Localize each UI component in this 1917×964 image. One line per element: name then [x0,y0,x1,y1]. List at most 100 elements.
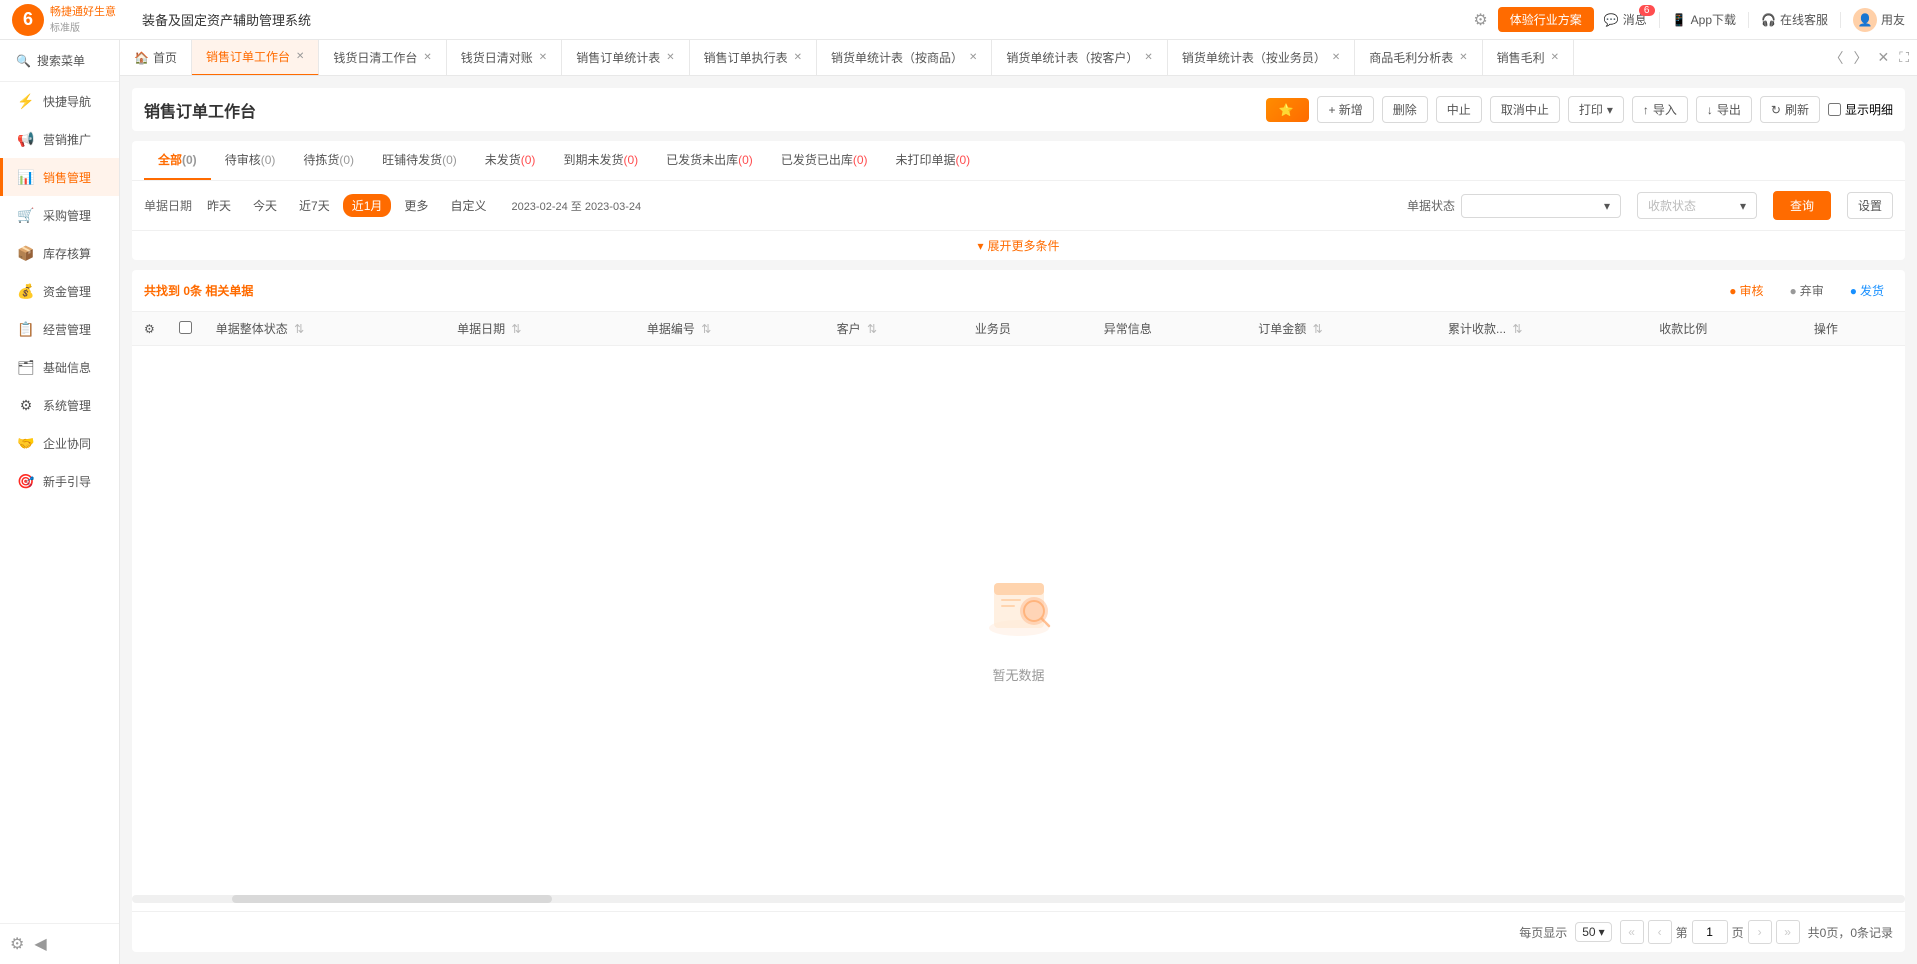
tab-close-sales-profit[interactable]: ✕ [1551,52,1559,63]
audit-op-button[interactable]: ● 审核 [1720,278,1772,303]
sort-icon-status[interactable]: ⇅ [294,322,304,336]
show-detail-label[interactable]: 显示明细 [1828,101,1893,118]
collapse-icon[interactable]: ◀ [34,934,46,954]
filter-tab-shipped-out[interactable]: 已发货已出库(0) [767,141,882,180]
print-button[interactable]: 打印 ▾ [1568,96,1624,123]
settings-condition-button[interactable]: 设置 [1847,192,1893,219]
scroll-thumb[interactable] [232,895,552,903]
payment-select[interactable]: 收款状态 ▾ [1637,192,1757,219]
app-download-item[interactable]: 📱 App下载 [1672,11,1736,28]
sort-icon-customer[interactable]: ⇅ [867,322,877,336]
tab-next-button[interactable]: 〉 [1849,46,1871,70]
expand-conditions-button[interactable]: ▾ 展开更多条件 [132,230,1905,260]
send-op-button[interactable]: ● 发货 [1841,278,1893,303]
tab-goods-profit[interactable]: 商品毛利分析表✕ [1355,40,1482,76]
online-service-item[interactable]: 🎧 在线客服 [1761,11,1828,28]
sort-icon-number[interactable]: ⇅ [701,322,711,336]
settings-icon[interactable]: ⚙ [10,934,24,954]
tab-prev-button[interactable]: 〈 [1825,46,1847,70]
tab-sales-order-workbench[interactable]: 销售订单工作台✕ [192,40,319,76]
tab-close-goods-profit[interactable]: ✕ [1459,52,1467,63]
revoke-op-button[interactable]: ● 弃审 [1780,278,1832,303]
tab-sales-stats-staff[interactable]: 销货单统计表（按业务员）✕ [1168,40,1355,76]
tab-sales-order-exec[interactable]: 销售订单执行表✕ [690,40,817,76]
page-last-button[interactable]: » [1776,920,1800,944]
col-anomaly-label: 异常信息 [1104,322,1152,336]
tab-close-sales-order-exec[interactable]: ✕ [794,52,802,63]
cancel-stop-button[interactable]: 取消中止 [1490,96,1560,123]
tab-close-sales-order-workbench[interactable]: ✕ [296,51,304,62]
filter-tab-not-printed[interactable]: 未打印单据(0) [882,141,985,180]
query-button[interactable]: 查询 [1773,191,1831,220]
sidebar-item-basic-info[interactable]: 🗂基础信息 [0,348,119,386]
gear-icon[interactable]: ⚙ [1473,10,1487,30]
show-detail-text: 显示明细 [1845,101,1893,118]
tab-sales-order-stats[interactable]: 销售订单统计表✕ [562,40,689,76]
add-button[interactable]: + 新增 [1317,96,1373,123]
delete-button[interactable]: 删除 [1382,96,1428,123]
export-button[interactable]: ↓ 导出 [1696,96,1752,123]
sidebar-item-marketing[interactable]: 📢营销推广 [0,120,119,158]
tab-close-cash-goods-reconcile[interactable]: ✕ [539,52,547,63]
date-btn-custom[interactable]: 自定义 [441,194,495,217]
sidebar-item-finance[interactable]: 💰资金管理 [0,272,119,310]
sort-icon-date[interactable]: ⇅ [511,322,521,336]
stop-button[interactable]: 中止 [1436,96,1482,123]
date-btn-more[interactable]: 更多 [395,194,437,217]
filter-tab-all[interactable]: 全部(0) [144,141,211,180]
sidebar-item-guide[interactable]: 🎯新手引导 [0,462,119,500]
page-number-input[interactable] [1692,920,1728,944]
tab-close-sales-stats-customer[interactable]: ✕ [1144,52,1152,63]
tab-close-sales-order-stats[interactable]: ✕ [666,52,674,63]
sidebar-item-inventory[interactable]: 📦库存核算 [0,234,119,272]
tab-close-cash-daily-clear[interactable]: ✕ [423,52,431,63]
tab-maximize-button[interactable]: ⛶ [1895,47,1913,68]
sidebar-item-purchase[interactable]: 🛒采购管理 [0,196,119,234]
search-menu-button[interactable]: 🔍 搜索菜单 [10,48,109,73]
sidebar-item-operations[interactable]: 📋经营管理 [0,310,119,348]
smart-create-button[interactable]: ⭐ [1266,98,1309,122]
sort-icon-amount[interactable]: ⇅ [1313,322,1323,336]
sidebar-item-quick-nav[interactable]: ⚡快捷导航 [0,82,119,120]
page-nav: « ‹ 第 页 › » [1620,920,1800,944]
filter-tab-wangpu-pending[interactable]: 旺铺待发货(0) [368,141,471,180]
filter-tab-pending-review[interactable]: 待审核(0) [211,141,290,180]
date-btn-1month[interactable]: 近1月 [343,194,392,217]
filter-tab-expired-not-shipped[interactable]: 到期未发货(0) [549,141,652,180]
filter-tab-pending-inspect[interactable]: 待拣货(0) [289,141,368,180]
status-select[interactable]: ▾ [1461,194,1621,218]
sidebar-item-sales[interactable]: 📊销售管理 [0,158,119,196]
filter-tab-shipped-not-out[interactable]: 已发货未出库(0) [652,141,767,180]
sort-icon-collected[interactable]: ⇅ [1512,322,1522,336]
page-first-button[interactable]: « [1620,920,1644,944]
tab-cash-goods-reconcile[interactable]: 钱货日清对账✕ [447,40,562,76]
date-btn-today[interactable]: 今天 [244,194,286,217]
nav-label-operations: 经营管理 [43,321,91,338]
show-detail-checkbox[interactable] [1828,103,1841,116]
tab-sales-stats-product[interactable]: 销货单统计表（按商品）✕ [817,40,992,76]
import-label: 导入 [1653,101,1677,118]
tab-close-all-button[interactable]: ✕ [1873,47,1893,68]
filter-tab-not-shipped[interactable]: 未发货(0) [471,141,550,180]
tab-close-sales-stats-product[interactable]: ✕ [969,52,977,63]
page-prev-button[interactable]: ‹ [1648,920,1672,944]
tab-close-sales-stats-staff[interactable]: ✕ [1332,52,1340,63]
settings-col-icon[interactable]: ⚙ [144,322,155,336]
select-all-checkbox[interactable] [179,321,192,334]
tab-home[interactable]: 🏠首页 [120,40,192,76]
message-item[interactable]: 💬 消息 6 [1604,11,1647,28]
industry-button[interactable]: 体验行业方案 [1498,7,1594,32]
tab-cash-daily-clear[interactable]: 钱货日清工作台✕ [319,40,446,76]
user-item[interactable]: 👤 用友 [1853,8,1905,32]
date-btn-7days[interactable]: 近7天 [290,194,339,217]
tab-sales-profit[interactable]: 销售毛利✕ [1483,40,1574,76]
sidebar-item-system[interactable]: ⚙系统管理 [0,386,119,424]
date-btn-yesterday[interactable]: 昨天 [198,194,240,217]
horizontal-scrollbar[interactable] [132,891,1905,911]
page-next-button[interactable]: › [1748,920,1772,944]
tab-sales-stats-customer[interactable]: 销货单统计表（按客户）✕ [992,40,1167,76]
sidebar-item-enterprise[interactable]: 🤝企业协同 [0,424,119,462]
refresh-button[interactable]: ↻ 刷新 [1760,96,1820,123]
import-button[interactable]: ↑ 导入 [1632,96,1688,123]
per-page-select[interactable]: 50 ▾ [1575,922,1611,942]
